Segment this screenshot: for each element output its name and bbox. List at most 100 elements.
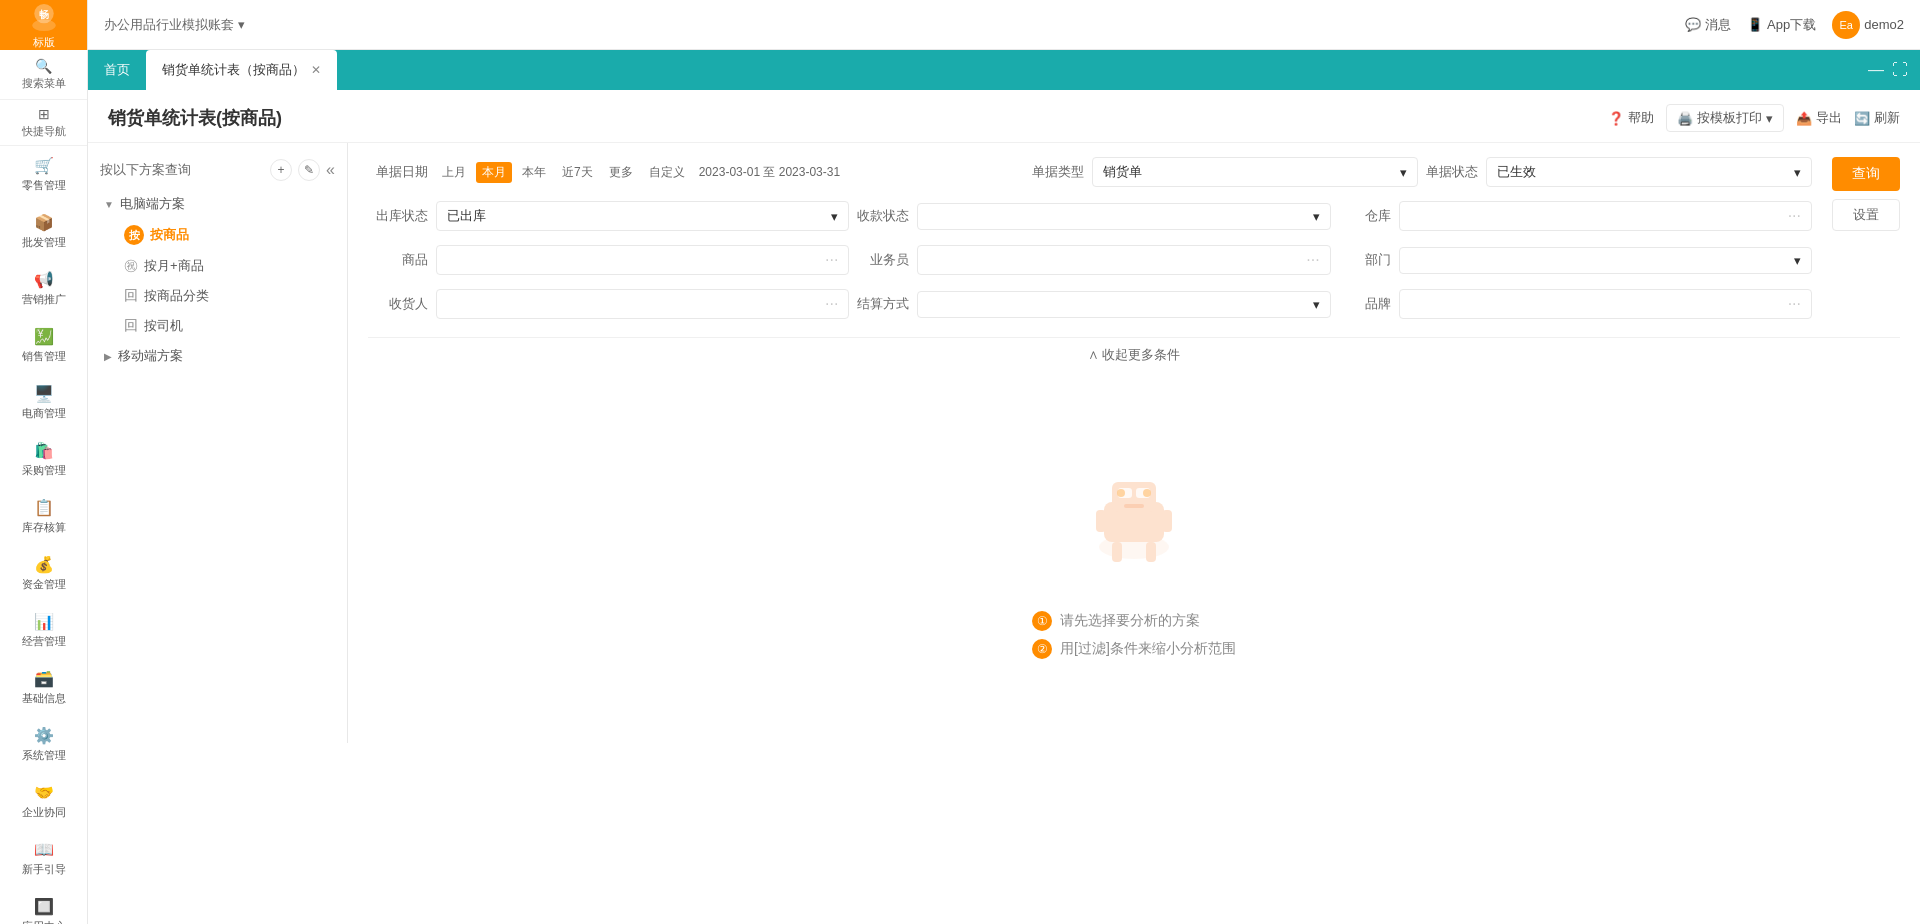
export-button[interactable]: 📤 导出 (1796, 109, 1842, 127)
refresh-icon: 🔄 (1854, 111, 1870, 126)
filter-row-3: 商品 ··· 业务员 (368, 245, 1812, 275)
user-profile[interactable]: Ea demo2 (1832, 11, 1904, 39)
message-button[interactable]: 💬 消息 (1685, 16, 1731, 34)
tree-pc-section[interactable]: ▼ 电脑端方案 (88, 189, 347, 219)
doc-type-select[interactable]: 销货单 ▾ (1092, 157, 1418, 187)
goods-dots-icon[interactable]: ··· (825, 251, 838, 269)
sidebar-item-finance[interactable]: 💰 资金管理 (0, 545, 87, 602)
goods-input[interactable]: ··· (436, 245, 849, 275)
tab-maximize-button[interactable]: ⛶ (1892, 61, 1908, 79)
date-tab-this-year[interactable]: 本年 (516, 162, 552, 183)
receiver-dots-icon[interactable]: ··· (825, 295, 838, 313)
sidebar-item-sales[interactable]: 💹 销售管理 (0, 317, 87, 374)
date-tab-this-month[interactable]: 本月 (476, 162, 512, 183)
warehouse-dots-icon[interactable]: ··· (1788, 207, 1801, 225)
tab-home[interactable]: 首页 (88, 50, 146, 90)
collect-status-label: 收款状态 (849, 207, 909, 225)
purchase-icon: 🛍️ (34, 441, 54, 460)
tree-item-by-goods[interactable]: 按 按商品 (104, 219, 347, 251)
date-tab-more[interactable]: 更多 (603, 162, 639, 183)
basic-icon: 🗃️ (34, 669, 54, 688)
sidebar-item-newbie[interactable]: 📖 新手引导 (0, 830, 87, 887)
doc-type-label: 单据类型 (1024, 163, 1084, 181)
collect-status-select[interactable]: ▾ (917, 203, 1330, 230)
download-icon: 📱 (1747, 17, 1763, 32)
out-status-select[interactable]: 已出库 ▾ (436, 201, 849, 231)
sidebar-item-ecommerce[interactable]: 🖥️ 电商管理 (0, 374, 87, 431)
filter-brand: 品牌 ··· (1331, 289, 1812, 319)
user-name: demo2 (1864, 17, 1904, 32)
add-scheme-button[interactable]: + (270, 159, 292, 181)
brand-dots-icon[interactable]: ··· (1788, 295, 1801, 313)
filter-goods: 商品 ··· (368, 245, 849, 275)
tip-2-num: ② (1032, 639, 1052, 659)
cooperation-icon: 🤝 (34, 783, 54, 802)
warehouse-input[interactable]: ··· (1399, 201, 1812, 231)
dept-select[interactable]: ▾ (1399, 247, 1812, 274)
sidebar-item-app-center[interactable]: 🔲 应用中心 (0, 887, 87, 924)
sidebar-logo-text: 标版 (33, 35, 55, 50)
query-button[interactable]: 查询 (1832, 157, 1900, 191)
tab-minimize-button[interactable]: — (1868, 61, 1884, 79)
main-area: 办公用品行业模拟账套 ▾ 💬 消息 📱 App下载 Ea demo2 首页 销货… (88, 0, 1920, 924)
help-button[interactable]: ❓ 帮助 (1608, 109, 1654, 127)
receiver-input[interactable]: ··· (436, 289, 849, 319)
brand-input[interactable]: ··· (1399, 289, 1812, 319)
avatar: Ea (1832, 11, 1860, 39)
edit-scheme-button[interactable]: ✎ (298, 159, 320, 181)
sidebar-item-retail[interactable]: 🛒 零售管理 (0, 146, 87, 203)
svg-text:畅: 畅 (39, 9, 49, 20)
page-actions: ❓ 帮助 🖨️ 按模板打印 ▾ 📤 导出 🔄 刷新 (1608, 104, 1900, 132)
out-status-arrow-icon: ▾ (831, 209, 838, 224)
sidebar-item-cooperation[interactable]: 🤝 企业协同 (0, 773, 87, 830)
finance-icon: 💰 (34, 555, 54, 574)
doc-status-select[interactable]: 已生效 ▾ (1486, 157, 1812, 187)
topbar-right: 💬 消息 📱 App下载 Ea demo2 (1685, 11, 1904, 39)
app-title-dropdown[interactable]: 办公用品行业模拟账套 ▾ (104, 16, 245, 34)
right-area: 单据日期 上月 本月 本年 近7天 更多 自定义 (348, 143, 1920, 743)
salesman-dots-icon[interactable]: ··· (1306, 251, 1319, 269)
sidebar-item-operations[interactable]: 📊 经营管理 (0, 602, 87, 659)
top-actions-row: 单据日期 上月 本月 本年 近7天 更多 自定义 (368, 157, 1900, 333)
sidebar-item-wholesale[interactable]: 📦 批发管理 (0, 203, 87, 260)
sidebar-item-marketing[interactable]: 📢 营销推广 (0, 260, 87, 317)
filter-settle: 结算方式 ▾ (849, 291, 1330, 318)
svg-rect-8 (1124, 504, 1144, 508)
sidebar-item-basic[interactable]: 🗃️ 基础信息 (0, 659, 87, 716)
app-center-icon: 🔲 (34, 897, 54, 916)
tab-close-icon[interactable]: ✕ (311, 63, 321, 77)
collapse-more-button[interactable]: ∧ 收起更多条件 (368, 337, 1900, 372)
ecommerce-label: 电商管理 (22, 406, 66, 421)
sidebar-quick-nav[interactable]: ⊞ 快捷导航 (0, 100, 87, 146)
left-panel: 按以下方案查询 + ✎ « ▼ (88, 143, 348, 743)
filter-receiver: 收货人 ··· (368, 289, 849, 319)
sidebar-item-system[interactable]: ⚙️ 系统管理 (0, 716, 87, 773)
tree-item-by-month-goods[interactable]: ㊗ 按月+商品 (104, 251, 347, 281)
date-range-value: 2023-03-01 至 2023-03-31 (699, 164, 840, 181)
date-tab-prev-month[interactable]: 上月 (436, 162, 472, 183)
print-icon: 🖨️ (1677, 111, 1693, 126)
sidebar-item-purchase[interactable]: 🛍️ 采购管理 (0, 431, 87, 488)
sidebar-item-inventory[interactable]: 📋 库存核算 (0, 488, 87, 545)
print-button[interactable]: 🖨️ 按模板打印 ▾ (1666, 104, 1784, 132)
app-download-button[interactable]: 📱 App下载 (1747, 16, 1816, 34)
date-tab-custom[interactable]: 自定义 (643, 162, 691, 183)
sidebar: 畅 标版 🔍 搜索菜单 ⊞ 快捷导航 🛒 零售管理 📦 批发管理 📢 营销推广 … (0, 0, 88, 924)
settings-button[interactable]: 设置 (1832, 199, 1900, 231)
salesman-input[interactable]: ··· (917, 245, 1330, 275)
filter-row-4: 收货人 ··· 结算方式 (368, 289, 1812, 319)
goods-label: 商品 (368, 251, 428, 269)
finance-label: 资金管理 (22, 577, 66, 592)
tree-mobile-section[interactable]: ▶ 移动端方案 (88, 341, 347, 371)
settle-label: 结算方式 (849, 295, 909, 313)
tree-item-by-category-label: 按商品分类 (144, 287, 209, 305)
collapse-panel-button[interactable]: « (326, 161, 335, 179)
sidebar-search-menu[interactable]: 🔍 搜索菜单 (0, 50, 87, 100)
tree-item-by-company[interactable]: 回 按司机 (104, 311, 347, 341)
refresh-button[interactable]: 🔄 刷新 (1854, 109, 1900, 127)
settle-select[interactable]: ▾ (917, 291, 1330, 318)
date-tab-7days[interactable]: 近7天 (556, 162, 599, 183)
tab-report[interactable]: 销货单统计表（按商品） ✕ (146, 50, 337, 90)
tree-item-by-category[interactable]: 回 按商品分类 (104, 281, 347, 311)
date-label: 单据日期 (368, 163, 428, 181)
